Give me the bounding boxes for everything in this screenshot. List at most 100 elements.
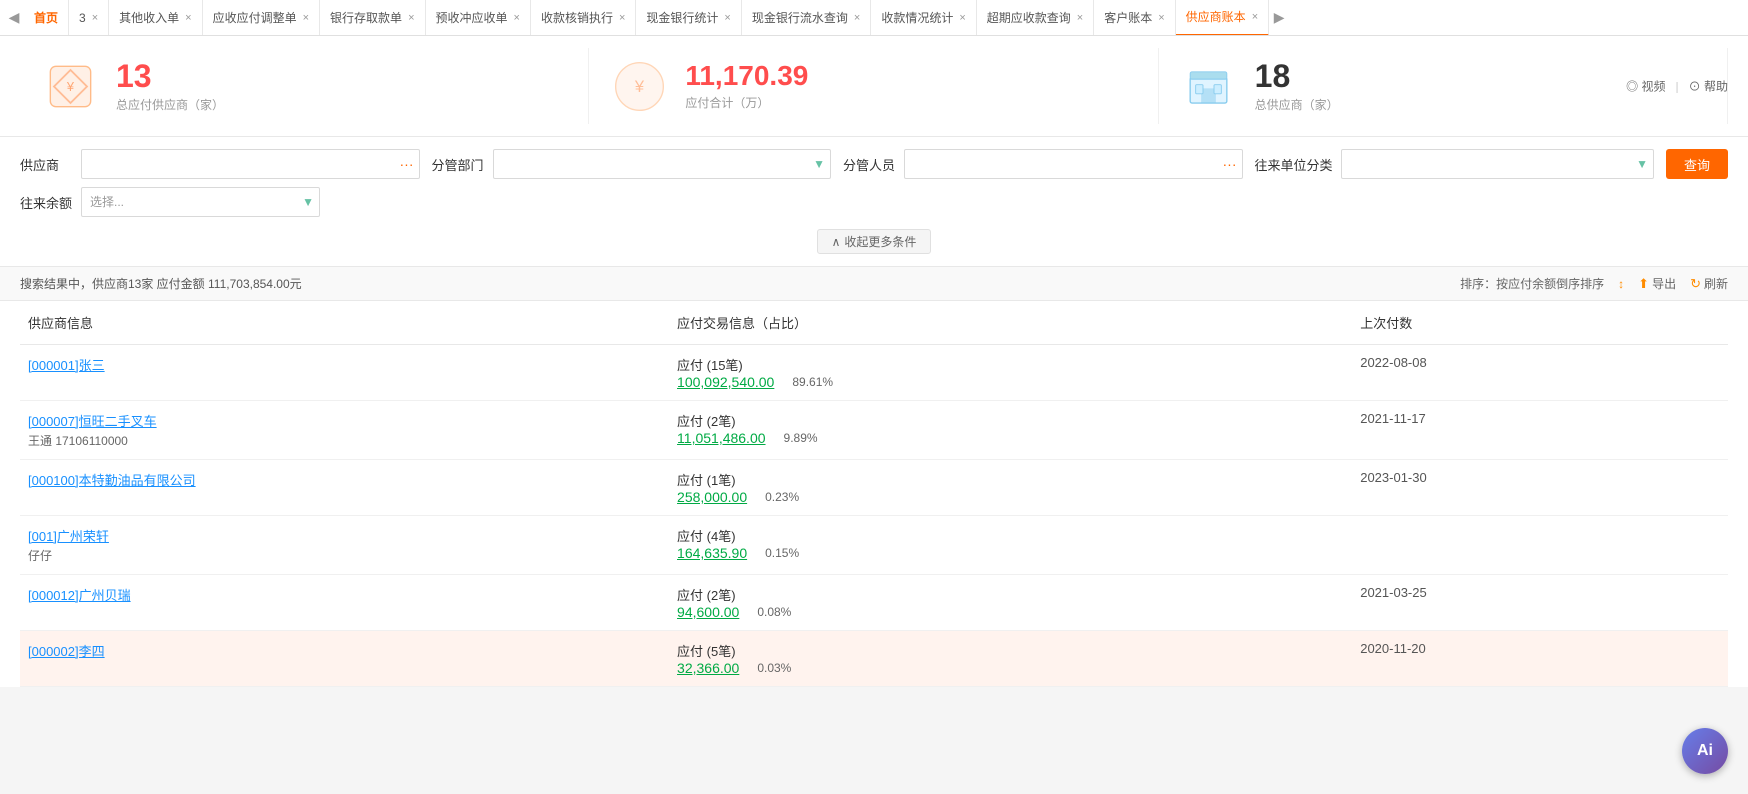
table-row: [000012]广州贝瑞 应付 (2笔)94,600.000.08%2021-03… (20, 575, 1728, 631)
tab-close-income[interactable]: × (185, 12, 191, 24)
tab-close-verify[interactable]: × (619, 12, 625, 24)
nav-tab-tab3[interactable]: 3× (69, 0, 109, 36)
filter-row-2: 往来余额 选择... ▼ (20, 187, 1728, 217)
tx-amount-row-1: 11,051,486.00 9.89% (677, 430, 1344, 446)
tx-percent-0: 89.61% (792, 375, 833, 389)
dept-label: 分管部门 (432, 155, 487, 174)
nav-tab-prepay[interactable]: 预收冲应收单× (426, 0, 531, 36)
results-summary: 搜索结果中，供应商13家 应付金额 111,703,854.00元 (20, 275, 302, 292)
help-links: ◎ 视频 | ⊙ 帮助 (1626, 78, 1728, 95)
table-row: [000001]张三应付 (15笔)100,092,540.0089.61%20… (20, 345, 1728, 401)
nav-tab-cash_stat[interactable]: 现金银行统计× (636, 0, 741, 36)
tx-amount-row-2: 258,000.00 0.23% (677, 489, 1344, 505)
tab-close-supplier_book[interactable]: × (1252, 11, 1258, 23)
payable-suppliers-icon: ¥ (40, 56, 100, 116)
supplier-link-4[interactable]: [000012]广州贝瑞 (28, 588, 131, 603)
tx-cell-1: 应付 (2笔)11,051,486.009.89% (669, 401, 1352, 460)
supplier-input[interactable] (81, 149, 420, 179)
supplier-dots-icon[interactable]: ··· (400, 156, 414, 172)
person-input[interactable] (904, 149, 1243, 179)
tab-close-tab3[interactable]: × (92, 12, 98, 24)
filter-balance: 往来余额 选择... ▼ (20, 187, 320, 217)
supplier-cell-3: [001]广州荣轩仔仔 (20, 516, 669, 575)
amount-link-3[interactable]: 164,635.90 (677, 545, 747, 561)
stat-payable-suppliers: ¥ 13 总应付供应商（家） (20, 48, 589, 124)
amount-link-5[interactable]: 32,366.00 (677, 660, 739, 676)
filter-row-1: 供应商 ··· 分管部门 ▼ 分管人员 ··· 往来单位分类 (20, 149, 1728, 179)
supplier-link-5[interactable]: [000002]李四 (28, 644, 105, 659)
col-supplier-info: 供应商信息 (20, 301, 669, 345)
dept-select[interactable] (493, 149, 832, 179)
nav-next-arrow[interactable]: ▶ (1269, 0, 1289, 36)
supplier-link-3[interactable]: [001]广州荣轩 (28, 529, 109, 544)
table-row: [000002]李四应付 (5笔)32,366.000.03%2020-11-2… (20, 631, 1728, 687)
tab-close-cash_flow[interactable]: × (854, 12, 860, 24)
nav-tab-supplier_book[interactable]: 供应商账本× (1176, 0, 1269, 36)
tab-close-overdue[interactable]: × (1077, 12, 1083, 24)
export-link[interactable]: ⬆ 导出 (1638, 275, 1676, 292)
filter-dept: 分管部门 ▼ (432, 149, 832, 179)
person-dots-icon[interactable]: ··· (1223, 156, 1237, 172)
tx-percent-2: 0.23% (765, 490, 799, 504)
nav-tab-adjustment[interactable]: 应收应付调整单× (203, 0, 320, 36)
collapse-button[interactable]: ∧ 收起更多条件 (817, 229, 932, 254)
tx-cell-4: 应付 (2笔)94,600.000.08% (669, 575, 1352, 631)
tab-close-customer_book[interactable]: × (1158, 12, 1164, 24)
tx-percent-3: 0.15% (765, 546, 799, 560)
nav-tab-bank[interactable]: 银行存取款单× (320, 0, 425, 36)
nav-tab-customer_book[interactable]: 客户账本× (1094, 0, 1175, 36)
help-link[interactable]: ⊙ 帮助 (1689, 78, 1728, 95)
ai-badge[interactable]: Ai (1682, 728, 1728, 774)
nav-tab-recv_stat[interactable]: 收款情况统计× (871, 0, 976, 36)
query-button[interactable]: 查询 (1666, 149, 1728, 179)
supplier-link-1[interactable]: [000007]恒旺二手叉车 (28, 414, 157, 429)
amount-link-2[interactable]: 258,000.00 (677, 489, 747, 505)
total-suppliers-number: 18 (1255, 59, 1339, 94)
nav-tab-cash_flow[interactable]: 现金银行流水查询× (742, 0, 871, 36)
nav-tab-verify[interactable]: 收款核销执行× (531, 0, 636, 36)
amount-link-4[interactable]: 94,600.00 (677, 604, 739, 620)
category-select[interactable] (1341, 149, 1655, 179)
tx-type-5: 应付 (5笔) (677, 641, 1344, 660)
supplier-link-2[interactable]: [000100]本特勤油品有限公司 (28, 473, 196, 488)
supplier-cell-5: [000002]李四 (20, 631, 669, 687)
tab-close-adjustment[interactable]: × (303, 12, 309, 24)
tx-amount-row-5: 32,366.000.03% (677, 660, 1344, 676)
table-row: [001]广州荣轩仔仔应付 (4笔)164,635.900.15% (20, 516, 1728, 575)
data-table: 供应商信息 应付交易信息（占比） 上次付数 [000001]张三应付 (15笔)… (20, 301, 1728, 687)
collapse-bar: ∧ 收起更多条件 (20, 225, 1728, 258)
refresh-icon: ↻ (1690, 276, 1701, 292)
supplier-cell-4: [000012]广州贝瑞 (20, 575, 669, 631)
supplier-cell-1: [000007]恒旺二手叉车王通 17106110000 (20, 401, 669, 460)
last-pay-cell-2: 2023-01-30 (1352, 460, 1728, 516)
tx-percent-1: 9.89% (784, 431, 818, 445)
balance-select[interactable]: 选择... (81, 187, 320, 217)
tab-close-cash_stat[interactable]: × (724, 12, 730, 24)
last-pay-cell-3 (1352, 516, 1728, 575)
table-container: 供应商信息 应付交易信息（占比） 上次付数 [000001]张三应付 (15笔)… (0, 301, 1748, 687)
supplier-sub-1: 王通 17106110000 (28, 432, 661, 449)
table-row: [000100]本特勤油品有限公司应付 (1笔)258,000.000.23%2… (20, 460, 1728, 516)
stats-banner: ¥ 13 总应付供应商（家） ¥ 11,170.39 应付合计（万） (0, 36, 1748, 137)
sort-label: 排序：按应付余额倒序排序 (1460, 275, 1604, 292)
nav-tab-income[interactable]: 其他收入单× (109, 0, 202, 36)
col-last-pay: 上次付数 (1352, 301, 1728, 345)
amount-link-0[interactable]: 100,092,540.00 (677, 374, 774, 390)
last-pay-cell-4: 2021-03-25 (1352, 575, 1728, 631)
supplier-link-0[interactable]: [000001]张三 (28, 358, 105, 373)
payable-suppliers-number: 13 (116, 59, 224, 94)
stat-payable-total: ¥ 11,170.39 应付合计（万） (589, 48, 1158, 124)
payable-suppliers-label: 总应付供应商（家） (116, 96, 224, 113)
tab-close-bank[interactable]: × (408, 12, 414, 24)
last-pay-cell-1: 2021-11-17 (1352, 401, 1728, 460)
amount-link-1[interactable]: 11,051,486.00 (677, 430, 766, 446)
video-link[interactable]: ◎ 视频 (1626, 78, 1665, 95)
nav-tab-overdue[interactable]: 超期应收款查询× (977, 0, 1094, 36)
nav-tab-home[interactable]: 首页 (24, 0, 69, 36)
tab-close-prepay[interactable]: × (514, 12, 520, 24)
table-row: [000007]恒旺二手叉车王通 17106110000应付 (2笔)11,05… (20, 401, 1728, 460)
nav-prev-arrow[interactable]: ◀ (4, 0, 24, 36)
refresh-link[interactable]: ↻ 刷新 (1690, 275, 1728, 292)
help-icon: ⊙ (1689, 80, 1701, 94)
tab-close-recv_stat[interactable]: × (959, 12, 965, 24)
